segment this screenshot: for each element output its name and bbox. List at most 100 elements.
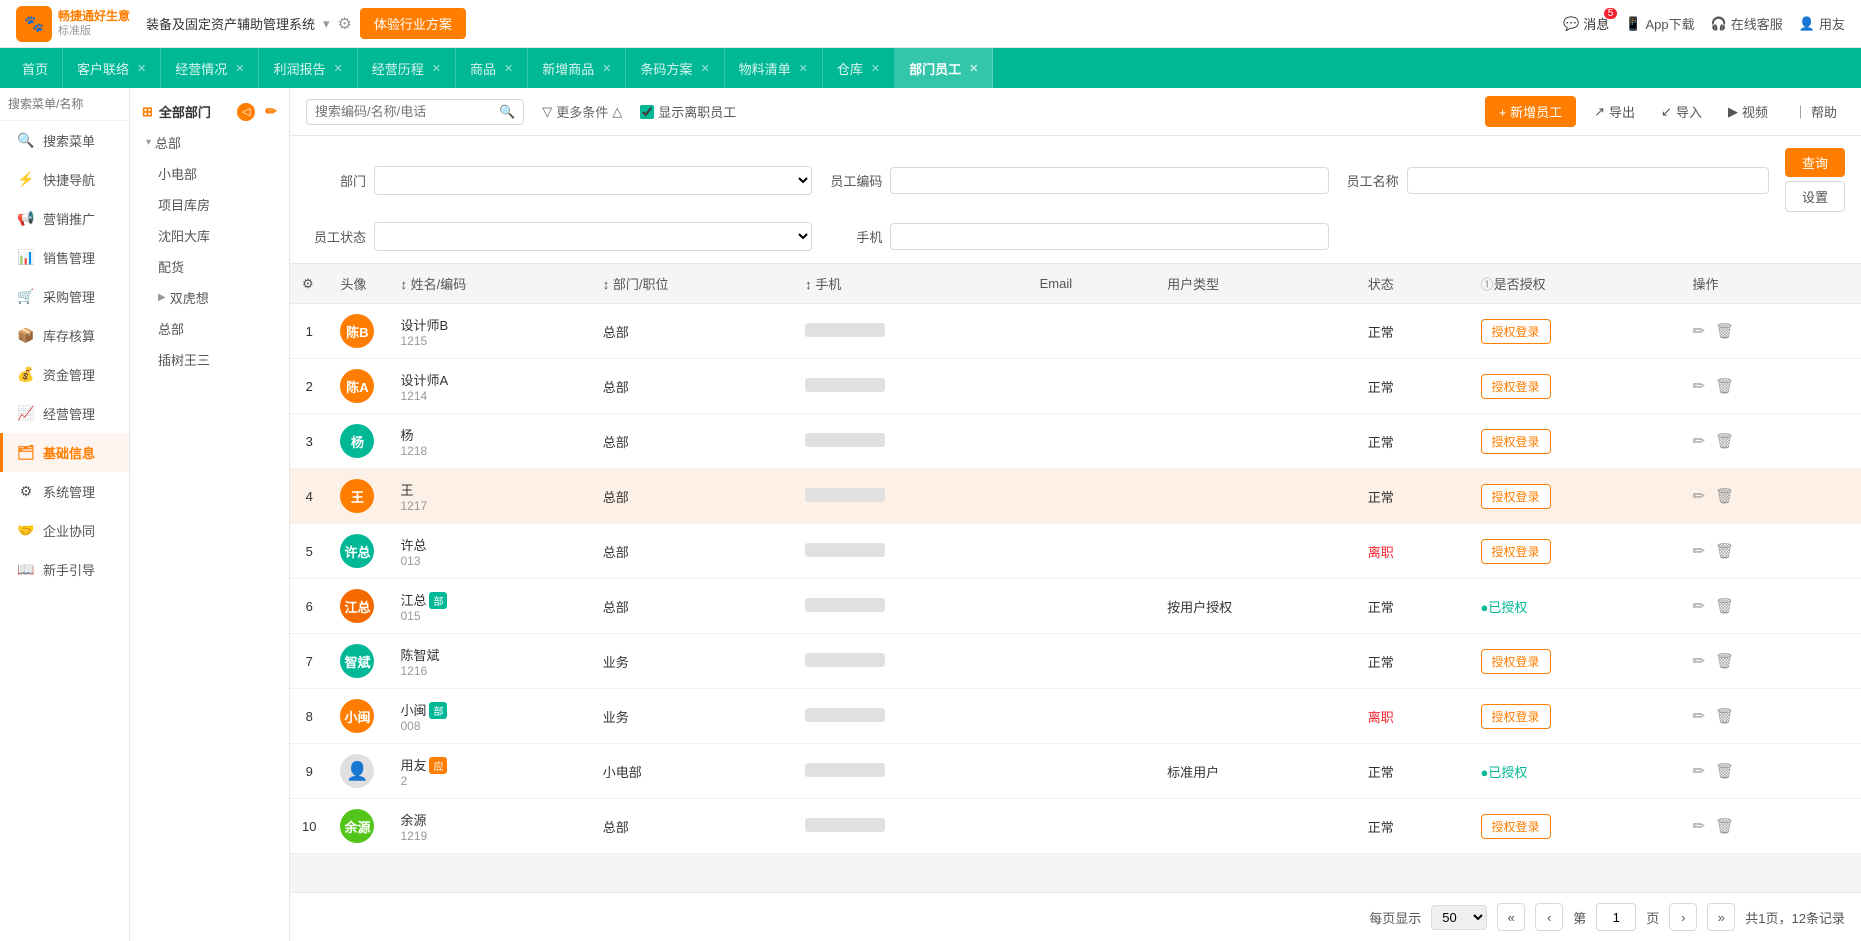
auth-button[interactable]: 授权登录 (1481, 649, 1551, 674)
delete-icon[interactable]: 🗑 (1715, 817, 1734, 835)
edit-icon[interactable]: ✏ (1693, 432, 1706, 450)
tab-employees[interactable]: 部门员工✕ (895, 48, 993, 88)
close-tab-icon[interactable]: ✕ (504, 62, 513, 75)
delete-icon[interactable]: 🗑 (1715, 377, 1734, 395)
delete-icon[interactable]: 🗑 (1715, 652, 1734, 670)
col-auth-header[interactable]: ①是否授权 (1469, 264, 1681, 304)
tab-warehouse[interactable]: 仓库✕ (823, 48, 895, 88)
close-tab-icon[interactable]: ✕ (799, 62, 808, 75)
sidebar-item-sales[interactable]: 📊 销售管理 (0, 238, 129, 277)
show-archived-checkbox[interactable] (640, 105, 654, 119)
sidebar-item-purchase[interactable]: 🛒 采购管理 (0, 277, 129, 316)
per-page-select[interactable]: 50 100 (1431, 905, 1487, 930)
dept-node-general[interactable]: ▾ 总部 (130, 127, 289, 158)
delete-icon[interactable]: 🗑 (1715, 707, 1734, 725)
dept-node-shuanghu[interactable]: ▶ 双虎想 (130, 282, 289, 313)
query-button[interactable]: 查询 (1785, 148, 1845, 177)
settings-icon[interactable]: ⚙ (302, 276, 314, 291)
sidebar-item-collab[interactable]: 🤝 企业协同 (0, 511, 129, 550)
delete-icon[interactable]: 🗑 (1715, 762, 1734, 780)
reset-button[interactable]: 设置 (1785, 181, 1845, 212)
dept-collapse-button[interactable]: ◁ (237, 103, 255, 121)
help-button[interactable]: ｜ 帮助 (1786, 98, 1845, 125)
page-number-input[interactable] (1596, 903, 1636, 931)
dept-node-shenyang[interactable]: 沈阳大库 (130, 220, 289, 251)
view-button[interactable]: ▶ 视频 (1720, 98, 1776, 125)
col-dept-header[interactable]: ↕ 部门/职位 (591, 264, 793, 304)
prev-page-button[interactable]: ‹ (1535, 903, 1563, 931)
auth-button[interactable]: 授权登录 (1481, 319, 1551, 344)
status-filter-select[interactable] (374, 222, 812, 251)
search-input-wrap[interactable]: 🔍 (306, 99, 524, 125)
show-archived-toggle[interactable]: 显示离职员工 (640, 102, 736, 121)
app-download-button[interactable]: 📱 App下载 (1625, 14, 1694, 33)
message-button[interactable]: 💬 消息 5 (1563, 14, 1609, 33)
sidebar-item-finance[interactable]: 💰 资金管理 (0, 355, 129, 394)
auth-button[interactable]: 授权登录 (1481, 704, 1551, 729)
sidebar-item-inventory[interactable]: 📦 库存核算 (0, 316, 129, 355)
sidebar-item-system[interactable]: ⚙ 系统管理 (0, 472, 129, 511)
tab-barcode[interactable]: 条码方案✕ (626, 48, 724, 88)
phone-filter-input[interactable] (890, 223, 1328, 250)
tab-goods[interactable]: 商品✕ (456, 48, 528, 88)
settings-icon[interactable]: ⚙ (338, 14, 352, 34)
dept-filter-select[interactable] (374, 166, 812, 195)
export-button[interactable]: ↗ 导出 (1586, 98, 1643, 125)
close-tab-icon[interactable]: ✕ (700, 62, 709, 75)
col-name-header[interactable]: ↕ 姓名/编码 (388, 264, 590, 304)
sidebar-item-basic-info[interactable]: 🗂 基础信息 (0, 433, 129, 472)
sidebar-item-operations[interactable]: 📈 经营管理 (0, 394, 129, 433)
dept-filter-select-wrap[interactable] (374, 166, 812, 195)
dept-node-zongbu[interactable]: 总部 (130, 313, 289, 344)
edit-icon[interactable]: ✏ (1693, 597, 1706, 615)
search-input[interactable] (315, 104, 495, 119)
dept-node-xiaodian[interactable]: 小电部 (130, 158, 289, 189)
tab-profit[interactable]: 利润报告✕ (259, 48, 357, 88)
close-tab-icon[interactable]: ✕ (235, 62, 244, 75)
auth-button[interactable]: 授权登录 (1481, 814, 1551, 839)
tab-new-goods[interactable]: 新增商品✕ (528, 48, 626, 88)
import-button[interactable]: ↙ 导入 (1653, 98, 1710, 125)
sidebar-search[interactable]: 🔍 (0, 88, 129, 121)
sidebar-search-input[interactable] (8, 97, 130, 111)
dropdown-arrow-icon[interactable]: ▾ (323, 16, 330, 32)
tab-operation[interactable]: 经营情况✕ (161, 48, 259, 88)
edit-icon[interactable]: ✏ (1693, 487, 1706, 505)
edit-icon[interactable]: ✏ (1693, 542, 1706, 560)
trial-button[interactable]: 体验行业方案 (360, 8, 466, 39)
dept-node-chushu[interactable]: 插树王三 (130, 344, 289, 375)
auth-button[interactable]: 授权登录 (1481, 374, 1551, 399)
sidebar-item-marketing[interactable]: 📢 营销推广 (0, 199, 129, 238)
edit-icon[interactable]: ✏ (1693, 652, 1706, 670)
tab-home[interactable]: 首页 (8, 48, 63, 88)
sidebar-item-guide[interactable]: 📖 新手引导 (0, 550, 129, 589)
edit-icon[interactable]: ✏ (1693, 762, 1706, 780)
close-tab-icon[interactable]: ✕ (871, 62, 880, 75)
user-menu[interactable]: 👤 用友 (1799, 14, 1845, 33)
tab-history[interactable]: 经营历程✕ (358, 48, 456, 88)
dept-node-delivery[interactable]: 配货 (130, 251, 289, 282)
code-filter-input[interactable] (890, 167, 1328, 194)
close-tab-icon[interactable]: ✕ (432, 62, 441, 75)
delete-icon[interactable]: 🗑 (1715, 322, 1734, 340)
col-phone-header[interactable]: ↕ 手机 (793, 264, 1028, 304)
delete-icon[interactable]: 🗑 (1715, 487, 1734, 505)
close-tab-icon[interactable]: ✕ (602, 62, 611, 75)
close-tab-icon[interactable]: ✕ (137, 62, 146, 75)
edit-icon[interactable]: ✏ (1693, 377, 1706, 395)
sidebar-item-search[interactable]: 🔍 搜索菜单 (0, 121, 129, 160)
online-service-button[interactable]: 🎧 在线客服 (1711, 14, 1783, 33)
last-page-button[interactable]: » (1707, 903, 1735, 931)
add-employee-button[interactable]: + 新增员工 (1485, 96, 1576, 127)
next-page-button[interactable]: › (1669, 903, 1697, 931)
sidebar-item-shortcut[interactable]: ⚡ 快捷导航 (0, 160, 129, 199)
close-tab-icon[interactable]: ✕ (334, 62, 343, 75)
tab-bom[interactable]: 物料清单✕ (725, 48, 823, 88)
edit-icon[interactable]: ✏ (1693, 322, 1706, 340)
auth-button[interactable]: 授权登录 (1481, 429, 1551, 454)
close-tab-icon[interactable]: ✕ (969, 62, 978, 75)
more-conditions-button[interactable]: ▽ 更多条件 △ (534, 98, 630, 125)
edit-icon[interactable]: ✏ (1693, 817, 1706, 835)
delete-icon[interactable]: 🗑 (1715, 542, 1734, 560)
delete-icon[interactable]: 🗑 (1715, 597, 1734, 615)
